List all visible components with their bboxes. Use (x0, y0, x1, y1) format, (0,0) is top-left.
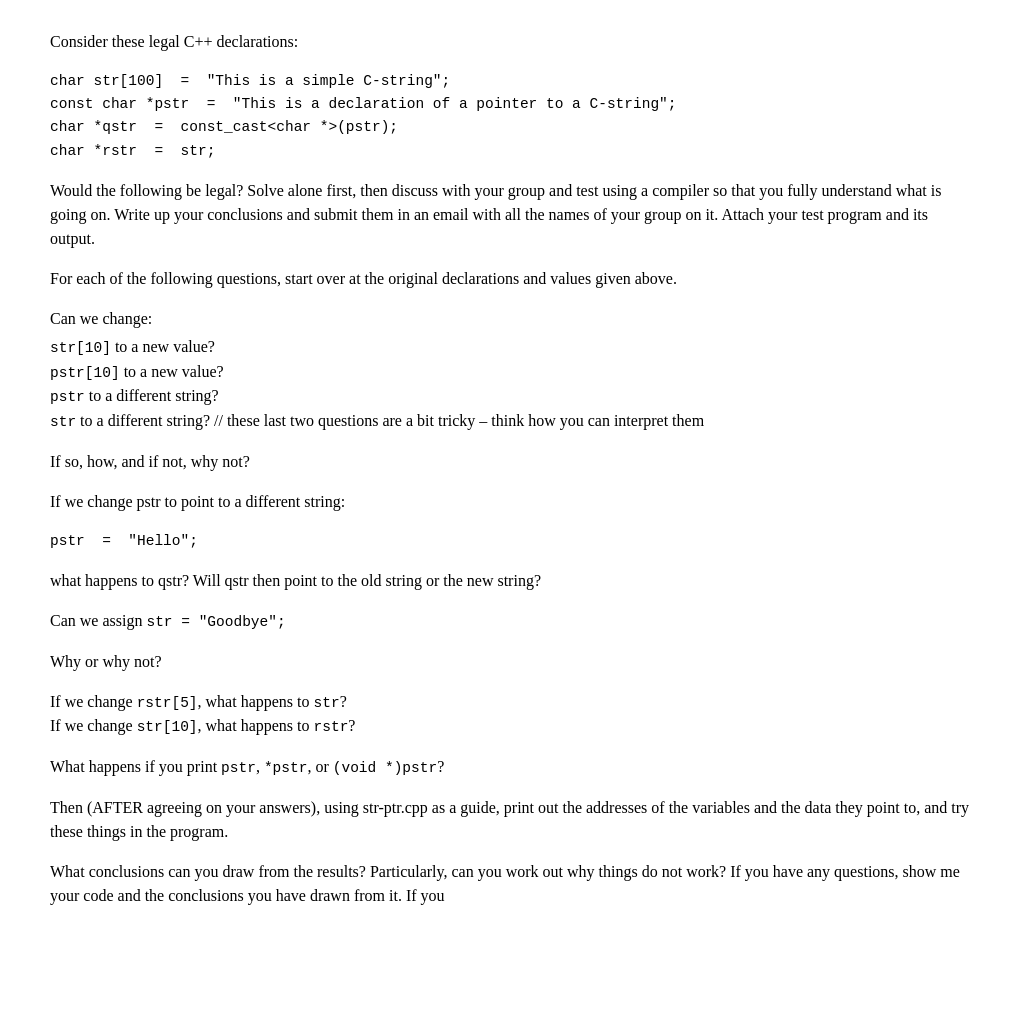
can-assign-code: str = "Goodbye"; (146, 614, 285, 630)
change-item-3-code: pstr (50, 389, 85, 405)
change-item-1: str[10] to a new value? (50, 335, 969, 360)
what-if-print-comma1: , (256, 758, 264, 775)
change-str-line: If we change str[10], what happens to rs… (50, 714, 969, 739)
change-item-4-code: str (50, 414, 76, 430)
change-item-3-text: to a different string? (85, 387, 219, 404)
change-item-2-text: to a new value? (120, 363, 224, 380)
change-item-3: pstr to a different string? (50, 384, 969, 409)
what-if-print-code2: *pstr (264, 760, 308, 776)
what-if-print-code3: (void *)pstr (333, 760, 437, 776)
change-rstr-code2: str (314, 695, 340, 711)
change-rstr-line: If we change rstr[5], what happens to st… (50, 690, 969, 715)
what-if-print-pre: What happens if you print (50, 758, 221, 775)
change-rstr-pre: If we change (50, 693, 137, 710)
change-rstr-code: rstr[5] (137, 695, 198, 711)
change-rstr-str: If we change rstr[5], what happens to st… (50, 690, 969, 740)
what-if-print-or: , or (307, 758, 332, 775)
code-block-2: pstr = "Hello"; (50, 530, 969, 553)
change-str-mid: , what happens to (198, 717, 314, 734)
what-if-print-text: What happens if you print pstr, *pstr, o… (50, 755, 969, 780)
can-we-change-label: Can we change: (50, 307, 969, 331)
change-item-2: pstr[10] to a new value? (50, 360, 969, 385)
question1-text: Would the following be legal? Solve alon… (50, 179, 969, 251)
if-we-change-text: If we change pstr to point to a differen… (50, 490, 969, 514)
what-happens-qstr-text: what happens to qstr? Will qstr then poi… (50, 569, 969, 593)
change-str-code2: rstr (314, 719, 349, 735)
change-str-code: str[10] (137, 719, 198, 735)
change-item-4: str to a different string? // these last… (50, 409, 969, 434)
change-item-2-code: pstr[10] (50, 365, 120, 381)
change-str-pre: If we change (50, 717, 137, 734)
what-if-print-end: ? (437, 758, 444, 775)
change-rstr-mid: , what happens to (198, 693, 314, 710)
question2-text: For each of the following questions, sta… (50, 267, 969, 291)
intro-text: Consider these legal C++ declarations: (50, 30, 969, 54)
can-assign-text: Can we assign str = "Goodbye"; (50, 609, 969, 634)
conclusions-text: What conclusions can you draw from the r… (50, 860, 969, 908)
then-after-text: Then (AFTER agreeing on your answers), u… (50, 796, 969, 844)
can-assign-pre: Can we assign (50, 612, 146, 629)
what-if-print-code1: pstr (221, 760, 256, 776)
if-so-text: If so, how, and if not, why not? (50, 450, 969, 474)
page-content: Consider these legal C++ declarations: c… (50, 30, 969, 908)
change-items: str[10] to a new value? pstr[10] to a ne… (50, 335, 969, 434)
why-or-why-not-text: Why or why not? (50, 650, 969, 674)
change-item-1-text: to a new value? (111, 338, 215, 355)
change-str-end: ? (348, 717, 355, 734)
code-block-1: char str[100] = "This is a simple C-stri… (50, 70, 969, 163)
change-item-4-text: to a different string? // these last two… (76, 412, 704, 429)
change-rstr-end: ? (340, 693, 347, 710)
change-item-1-code: str[10] (50, 340, 111, 356)
